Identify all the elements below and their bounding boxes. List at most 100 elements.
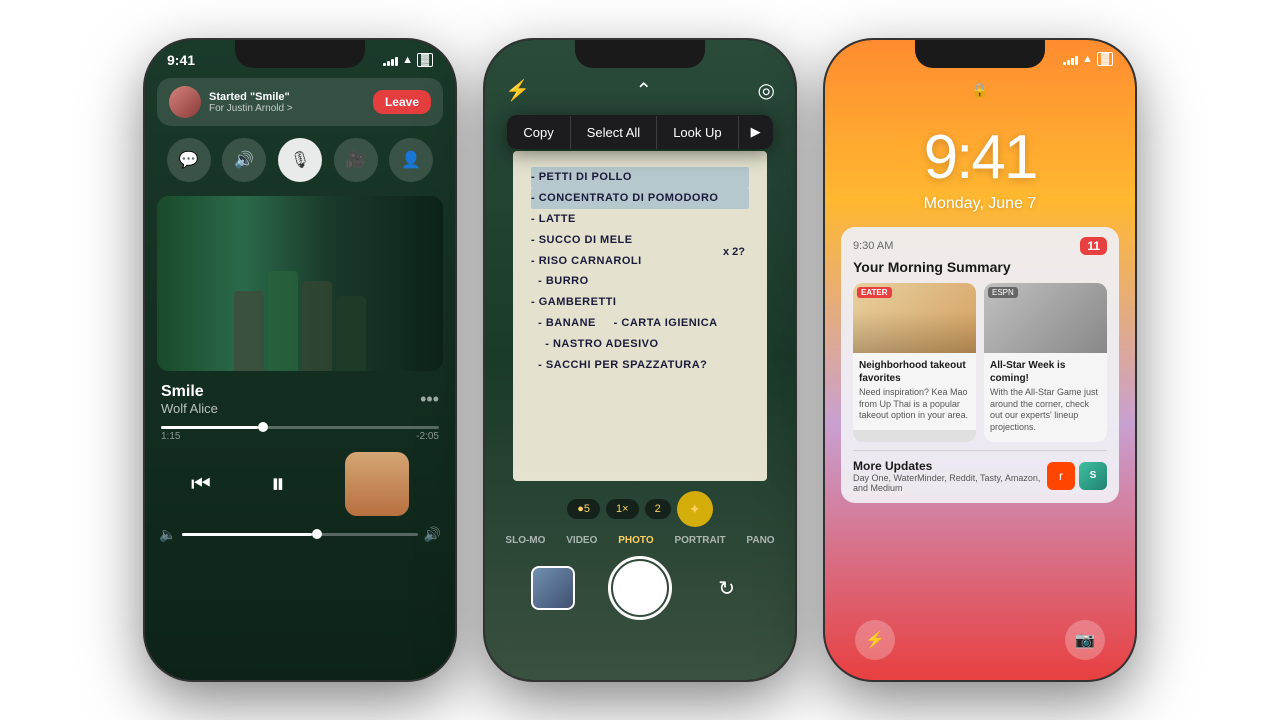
lens-2x[interactable]: 2	[645, 499, 671, 519]
progress-bar[interactable]	[161, 426, 439, 429]
note-line-5: - RISO CARNAROLI	[531, 251, 749, 272]
facetime-info: Started "Smile" For Justin Arnold >	[169, 86, 293, 118]
note-line-2: - CONCENTRATO DI POMODORO	[531, 188, 749, 209]
photo-mode[interactable]: PHOTO	[618, 535, 653, 546]
facetime-avatar	[169, 86, 201, 118]
video-icon: 🎥	[346, 150, 366, 170]
progress-fill	[161, 426, 258, 429]
progress-container: 1:15 -2:05	[145, 422, 455, 446]
playback-controls: ⏮ ⏸	[145, 446, 455, 522]
volume-high-icon: 🔊	[424, 526, 441, 543]
video-button[interactable]: 🎥	[334, 138, 378, 182]
phone-1-status-icons: ▲ ▓	[383, 53, 433, 67]
news-card-2[interactable]: ESPN All-Star Week is coming! With the A…	[984, 283, 1107, 442]
news-card-1[interactable]: EATER Neighborhood takeout favorites Nee…	[853, 283, 976, 442]
signal-icon	[383, 55, 398, 66]
more-menu-button[interactable]: ▶	[739, 115, 773, 149]
p3-signal-icon	[1063, 54, 1078, 65]
time-elapsed: 1:15	[161, 431, 180, 442]
pano-mode[interactable]: PANO	[746, 535, 774, 546]
news-image-2: ESPN	[984, 283, 1107, 353]
mic-icon: 🎙	[290, 150, 310, 170]
news-badge-2: ESPN	[988, 287, 1018, 298]
select-all-menu-item[interactable]: Select All	[571, 116, 657, 149]
wifi-icon: ▲	[402, 54, 413, 66]
reddit-logo: r	[1047, 462, 1075, 490]
rewind-button[interactable]: ⏮	[191, 471, 211, 497]
slo-mo-mode[interactable]: SLO-MO	[505, 535, 545, 546]
figure-1	[234, 291, 264, 371]
figure-2	[268, 271, 298, 371]
phone-1-notch	[235, 40, 365, 68]
notification-time: 9:30 AM	[853, 240, 893, 252]
look-up-menu-item[interactable]: Look Up	[657, 116, 738, 149]
mic-button[interactable]: 🎙	[278, 138, 322, 182]
more-app-icons: r S	[1047, 462, 1107, 490]
speaker-button[interactable]: 🔊	[222, 138, 266, 182]
more-updates-desc: Day One, WaterMinder, Reddit, Tasty, Ama…	[853, 473, 1047, 493]
more-options-button[interactable]: •••	[420, 389, 439, 410]
lock-screen-date: Monday, June 7	[825, 195, 1135, 213]
notification-title: Your Morning Summary	[853, 259, 1107, 275]
flashlight-button[interactable]: ⚡	[855, 620, 895, 660]
news-body-1: Neighborhood takeout favorites Need insp…	[853, 353, 976, 430]
phone-1-time: 9:41	[167, 52, 195, 68]
copy-menu-item[interactable]: Copy	[507, 116, 570, 149]
video-mode[interactable]: VIDEO	[566, 535, 597, 546]
portrait-mode[interactable]: PORTRAIT	[674, 535, 725, 546]
x2-label: x 2?	[723, 246, 745, 258]
flip-camera-button[interactable]: ↻	[705, 566, 749, 610]
shutter-button[interactable]	[608, 556, 672, 620]
note-line-4: - SUCCO DI MELE	[531, 230, 749, 251]
note-line-7: - GAMBERETTI	[531, 292, 749, 313]
p3-signal-bar-4	[1075, 56, 1078, 65]
signal-bar-3	[391, 59, 394, 66]
lens-1x[interactable]: 1×	[606, 499, 639, 519]
news-grid: EATER Neighborhood takeout favorites Nee…	[853, 283, 1107, 442]
volume-low-icon: 🔈	[159, 526, 176, 543]
facetime-subtitle: For Justin Arnold >	[209, 103, 293, 114]
song-artist: Wolf Alice	[161, 401, 218, 416]
lock-screen-controls: ⚡ 📷	[825, 620, 1135, 660]
gallery-thumbnail[interactable]	[531, 566, 575, 610]
notification-badge: 11	[1080, 237, 1107, 255]
facetime-text: Started "Smile" For Justin Arnold >	[209, 91, 293, 114]
phone-2-screen: ⚡ ⌃ ◎ Copy Select All Look Up ▶ - PETTI …	[485, 40, 795, 680]
note-line-3: - LATTE	[531, 209, 749, 230]
volume-track[interactable]	[182, 533, 417, 536]
leave-button[interactable]: Leave	[373, 90, 431, 114]
flash-icon[interactable]: ⚡	[505, 78, 530, 103]
person-button[interactable]: 👤	[389, 138, 433, 182]
phone-2-notch	[575, 40, 705, 68]
speaker-icon: 🔊	[234, 150, 254, 170]
camera-controls: ↻	[485, 550, 795, 626]
signal-bar-4	[395, 57, 398, 66]
p3-signal-bar-3	[1071, 58, 1074, 65]
chevron-up-icon[interactable]: ⌃	[635, 78, 652, 103]
song-text: Smile Wolf Alice	[161, 383, 218, 416]
p3-wifi-icon: ▲	[1082, 53, 1093, 65]
person-icon: 👤	[401, 150, 421, 170]
signal-bar-1	[383, 63, 386, 66]
news-desc-1: Need inspiration? Kea Mao from Up Thai i…	[859, 387, 970, 422]
chat-button[interactable]: 💬	[167, 138, 211, 182]
video-thumbnail	[345, 452, 409, 516]
lens-point5[interactable]: ●5	[567, 499, 600, 519]
camera-button[interactable]: 📷	[1065, 620, 1105, 660]
live-text-icon[interactable]: ✦	[677, 491, 713, 527]
facetime-title: Started "Smile"	[209, 91, 293, 103]
news-desc-2: With the All-Star Game just around the c…	[990, 387, 1101, 434]
phone-3-screen: ▲ ▓ 🔒 9:41 Monday, June 7 9:30 AM 11 You…	[825, 40, 1135, 680]
signal-bar-2	[387, 61, 390, 66]
shutter-inner	[613, 561, 667, 615]
progress-times: 1:15 -2:05	[161, 431, 439, 442]
lock-screen-time: 9:41	[825, 122, 1135, 193]
p3-battery-icon: ▓	[1097, 52, 1113, 66]
phone-2: ⚡ ⌃ ◎ Copy Select All Look Up ▶ - PETTI …	[485, 40, 795, 680]
thumb-image	[345, 452, 409, 516]
pause-button[interactable]: ⏸	[271, 468, 285, 501]
p3-signal-bar-1	[1063, 62, 1066, 65]
note-text: - PETTI DI POLLO - CONCENTRATO DI POMODO…	[531, 167, 749, 376]
more-updates-text: More Updates Day One, WaterMinder, Reddi…	[853, 459, 1047, 493]
options-icon[interactable]: ◎	[758, 78, 775, 103]
